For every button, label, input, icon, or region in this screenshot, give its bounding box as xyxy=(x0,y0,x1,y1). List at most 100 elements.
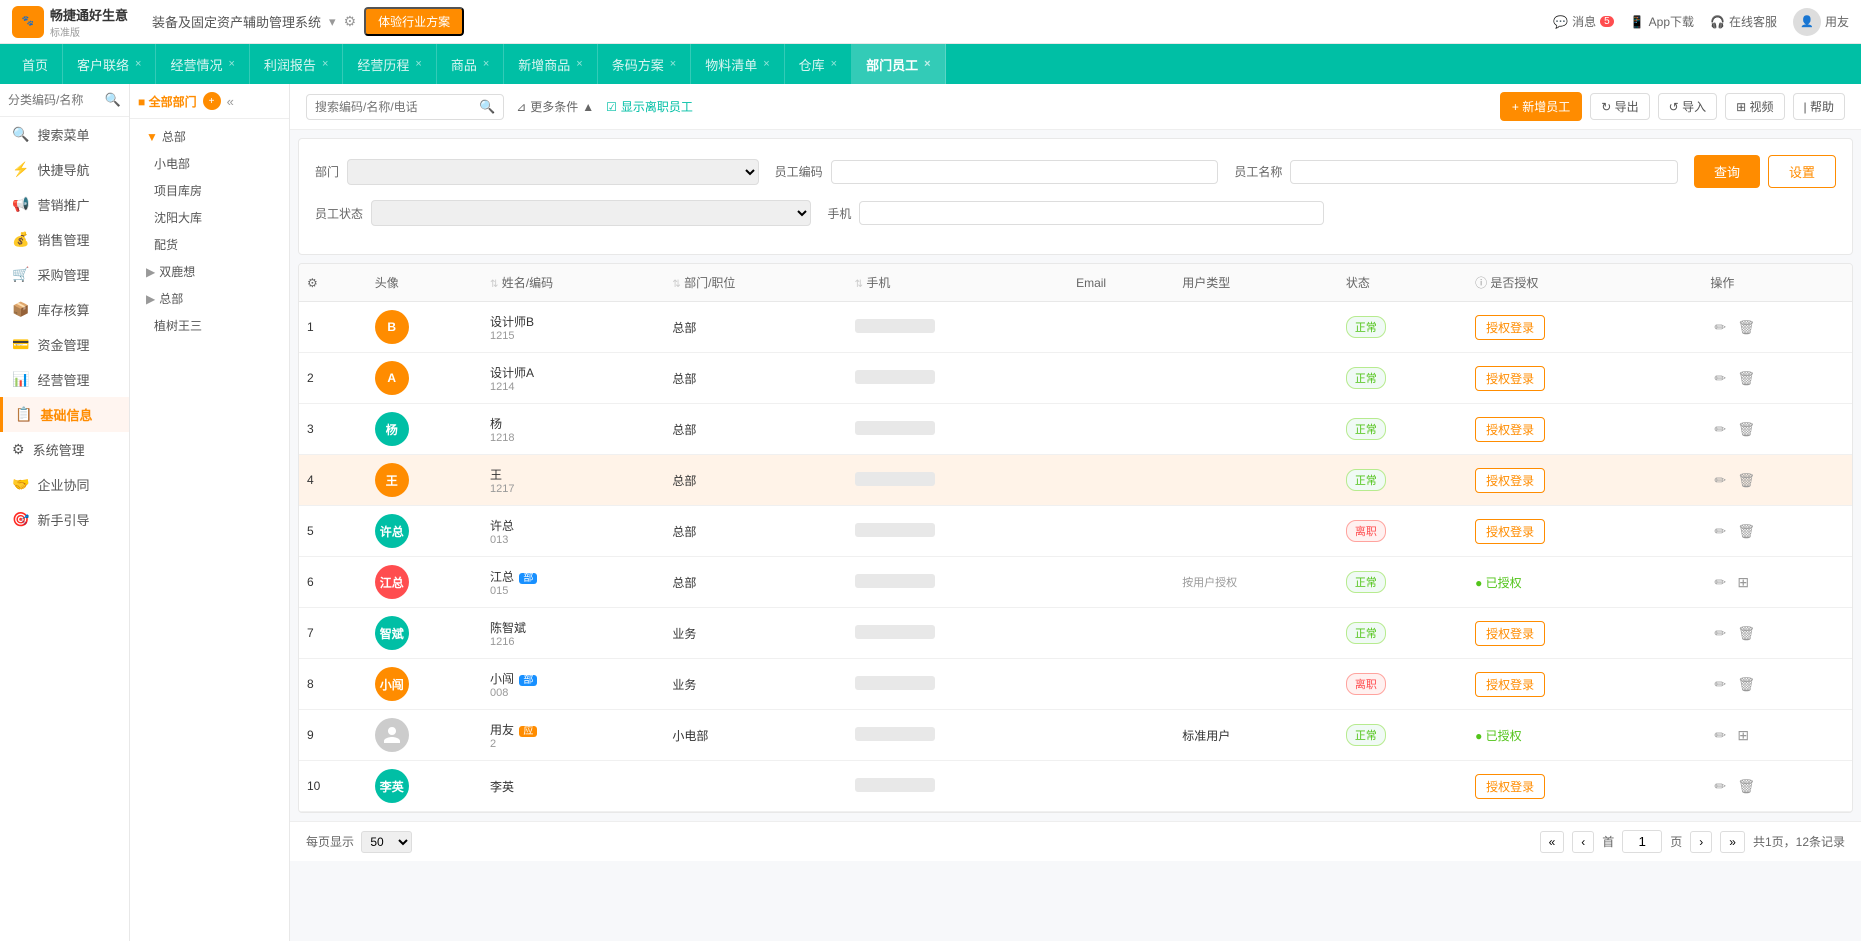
close-icon[interactable]: × xyxy=(924,58,930,70)
edit-btn[interactable]: ✏ xyxy=(1710,317,1730,338)
chevron-down-icon[interactable]: ▾ xyxy=(329,14,336,30)
app-download-btn[interactable]: 📱 App下载 xyxy=(1630,13,1694,30)
sort-icon[interactable]: ⇅ xyxy=(490,279,498,290)
close-icon[interactable]: × xyxy=(576,58,582,70)
view-btn[interactable]: ⊞ 视频 xyxy=(1725,93,1784,120)
sidebar-item-search[interactable]: 🔍 搜索菜单 xyxy=(0,117,129,152)
delete-btn[interactable]: 🗑 xyxy=(1733,521,1759,542)
auth-btn[interactable]: 授权登录 xyxy=(1475,519,1545,544)
employee-name-input[interactable] xyxy=(1290,160,1678,184)
auth-btn[interactable]: 授权登录 xyxy=(1475,672,1545,697)
help-btn[interactable]: | 帮助 xyxy=(1793,93,1845,120)
auth-btn[interactable]: 授权登录 xyxy=(1475,315,1545,340)
sidebar-item-marketing[interactable]: 📢 营销推广 xyxy=(0,187,129,222)
gear-icon[interactable]: ⚙ xyxy=(344,13,357,30)
close-icon[interactable]: × xyxy=(322,58,328,70)
close-icon[interactable]: × xyxy=(228,58,234,70)
edit-btn[interactable]: ✏ xyxy=(1710,674,1730,695)
next-page-btn[interactable]: › xyxy=(1690,831,1712,853)
dept-item-zhishu[interactable]: 植树王三 xyxy=(130,312,289,339)
nav-tab-operation[interactable]: 经营情况 × xyxy=(156,44,249,84)
edit-btn[interactable]: ✏ xyxy=(1710,419,1730,440)
delete-btn[interactable]: 🗑 xyxy=(1733,419,1759,440)
sidebar-item-system[interactable]: ⚙ 系统管理 xyxy=(0,432,129,467)
dept-item-project[interactable]: 项目库房 xyxy=(130,177,289,204)
close-icon[interactable]: × xyxy=(415,58,421,70)
nav-tab-profit[interactable]: 利润报告 × xyxy=(250,44,343,84)
sidebar-item-inventory[interactable]: 📦 库存核算 xyxy=(0,292,129,327)
dept-group-hq2[interactable]: ▶ 总部 xyxy=(130,285,289,312)
auth-btn[interactable]: 授权登录 xyxy=(1475,621,1545,646)
dept-item-distribution[interactable]: 配货 xyxy=(130,231,289,258)
sidebar-item-guide[interactable]: 🎯 新手引导 xyxy=(0,502,129,537)
edit-btn[interactable]: ✏ xyxy=(1710,572,1730,593)
copy-btn[interactable]: ⊞ xyxy=(1733,725,1753,746)
delete-btn[interactable]: 🗑 xyxy=(1733,368,1759,389)
user-menu-btn[interactable]: 👤 用友 xyxy=(1793,8,1849,36)
set-btn[interactable]: 设置 xyxy=(1768,155,1836,188)
search-input[interactable] xyxy=(315,100,475,114)
search-icon[interactable]: 🔍 xyxy=(479,99,495,115)
close-icon[interactable]: × xyxy=(483,58,489,70)
delete-btn[interactable]: 🗑 xyxy=(1733,470,1759,491)
delete-btn[interactable]: 🗑 xyxy=(1733,623,1759,644)
auth-btn[interactable]: 授权登录 xyxy=(1475,417,1545,442)
close-icon[interactable]: × xyxy=(763,58,769,70)
nav-tab-goods[interactable]: 商品 × xyxy=(437,44,504,84)
delete-btn[interactable]: 🗑 xyxy=(1733,317,1759,338)
edit-btn[interactable]: ✏ xyxy=(1710,368,1730,389)
sidebar-item-collab[interactable]: 🤝 企业协同 xyxy=(0,467,129,502)
edit-btn[interactable]: ✏ xyxy=(1710,470,1730,491)
dept-select[interactable] xyxy=(347,159,759,185)
nav-tab-history[interactable]: 经营历程 × xyxy=(343,44,436,84)
sidebar-item-sales[interactable]: 💰 销售管理 xyxy=(0,222,129,257)
first-page-btn[interactable]: « xyxy=(1540,831,1565,853)
dept-add-btn[interactable]: + xyxy=(203,92,221,110)
status-select[interactable] xyxy=(371,200,811,226)
export-btn[interactable]: ↻ 导出 xyxy=(1590,93,1649,120)
sort-icon[interactable]: ⇅ xyxy=(855,279,863,290)
edit-btn[interactable]: ✏ xyxy=(1710,725,1730,746)
close-icon[interactable]: × xyxy=(670,58,676,70)
dept-group-shuanglu[interactable]: ▶ 双鹿想 xyxy=(130,258,289,285)
nav-tab-dept-employee[interactable]: 部门员工 × xyxy=(852,44,945,84)
edit-btn[interactable]: ✏ xyxy=(1710,776,1730,797)
per-page-select[interactable]: 50 100 xyxy=(361,831,412,853)
auth-btn[interactable]: 授权登录 xyxy=(1475,774,1545,799)
sidebar-item-basic-info[interactable]: 📋 基础信息 xyxy=(0,397,129,432)
dept-item-shenyang[interactable]: 沈阳大库 xyxy=(130,204,289,231)
delete-btn[interactable]: 🗑 xyxy=(1733,776,1759,797)
close-icon[interactable]: × xyxy=(831,58,837,70)
online-service-btn[interactable]: 🎧 在线客服 xyxy=(1710,13,1777,30)
search-btn[interactable]: 查询 xyxy=(1694,155,1760,188)
nav-tab-add-goods[interactable]: 新增商品 × xyxy=(504,44,597,84)
edit-btn[interactable]: ✏ xyxy=(1710,521,1730,542)
sort-icon[interactable]: ⇅ xyxy=(672,279,680,290)
delete-btn[interactable]: 🗑 xyxy=(1733,674,1759,695)
messages-btn[interactable]: 💬 消息 5 xyxy=(1553,13,1614,30)
sidebar-item-finance[interactable]: 💳 资金管理 xyxy=(0,327,129,362)
import-btn[interactable]: ↺ 导入 xyxy=(1658,93,1717,120)
last-page-btn[interactable]: » xyxy=(1720,831,1745,853)
employee-code-input[interactable] xyxy=(831,160,1219,184)
sidebar-item-shortcuts[interactable]: ⚡ 快捷导航 xyxy=(0,152,129,187)
phone-input[interactable] xyxy=(859,201,1323,225)
add-employee-btn[interactable]: + 新增员工 xyxy=(1500,92,1582,121)
search-input[interactable] xyxy=(8,93,105,107)
copy-btn[interactable]: ⊞ xyxy=(1733,572,1753,593)
auth-btn[interactable]: 授权登录 xyxy=(1475,366,1545,391)
nav-tab-home[interactable]: 首页 xyxy=(8,44,63,84)
show-resigned-check[interactable]: ☑ 显示离职员工 xyxy=(606,98,693,115)
nav-tab-bom[interactable]: 物料清单 × xyxy=(691,44,784,84)
nav-tab-customer[interactable]: 客户联络 × xyxy=(63,44,156,84)
prev-page-btn[interactable]: ‹ xyxy=(1572,831,1594,853)
settings-icon[interactable]: ⚙ xyxy=(307,276,318,290)
nav-tab-barcode[interactable]: 条码方案 × xyxy=(598,44,691,84)
trial-btn[interactable]: 体验行业方案 xyxy=(364,7,464,36)
page-input[interactable] xyxy=(1622,830,1662,853)
more-filter-btn[interactable]: ⊿ 更多条件 ▲ xyxy=(516,98,594,115)
dept-collapse-btn[interactable]: « xyxy=(227,94,234,109)
nav-tab-warehouse[interactable]: 仓库 × xyxy=(785,44,852,84)
sidebar-item-business[interactable]: 📊 经营管理 xyxy=(0,362,129,397)
dept-item-xbd[interactable]: 小电部 xyxy=(130,150,289,177)
